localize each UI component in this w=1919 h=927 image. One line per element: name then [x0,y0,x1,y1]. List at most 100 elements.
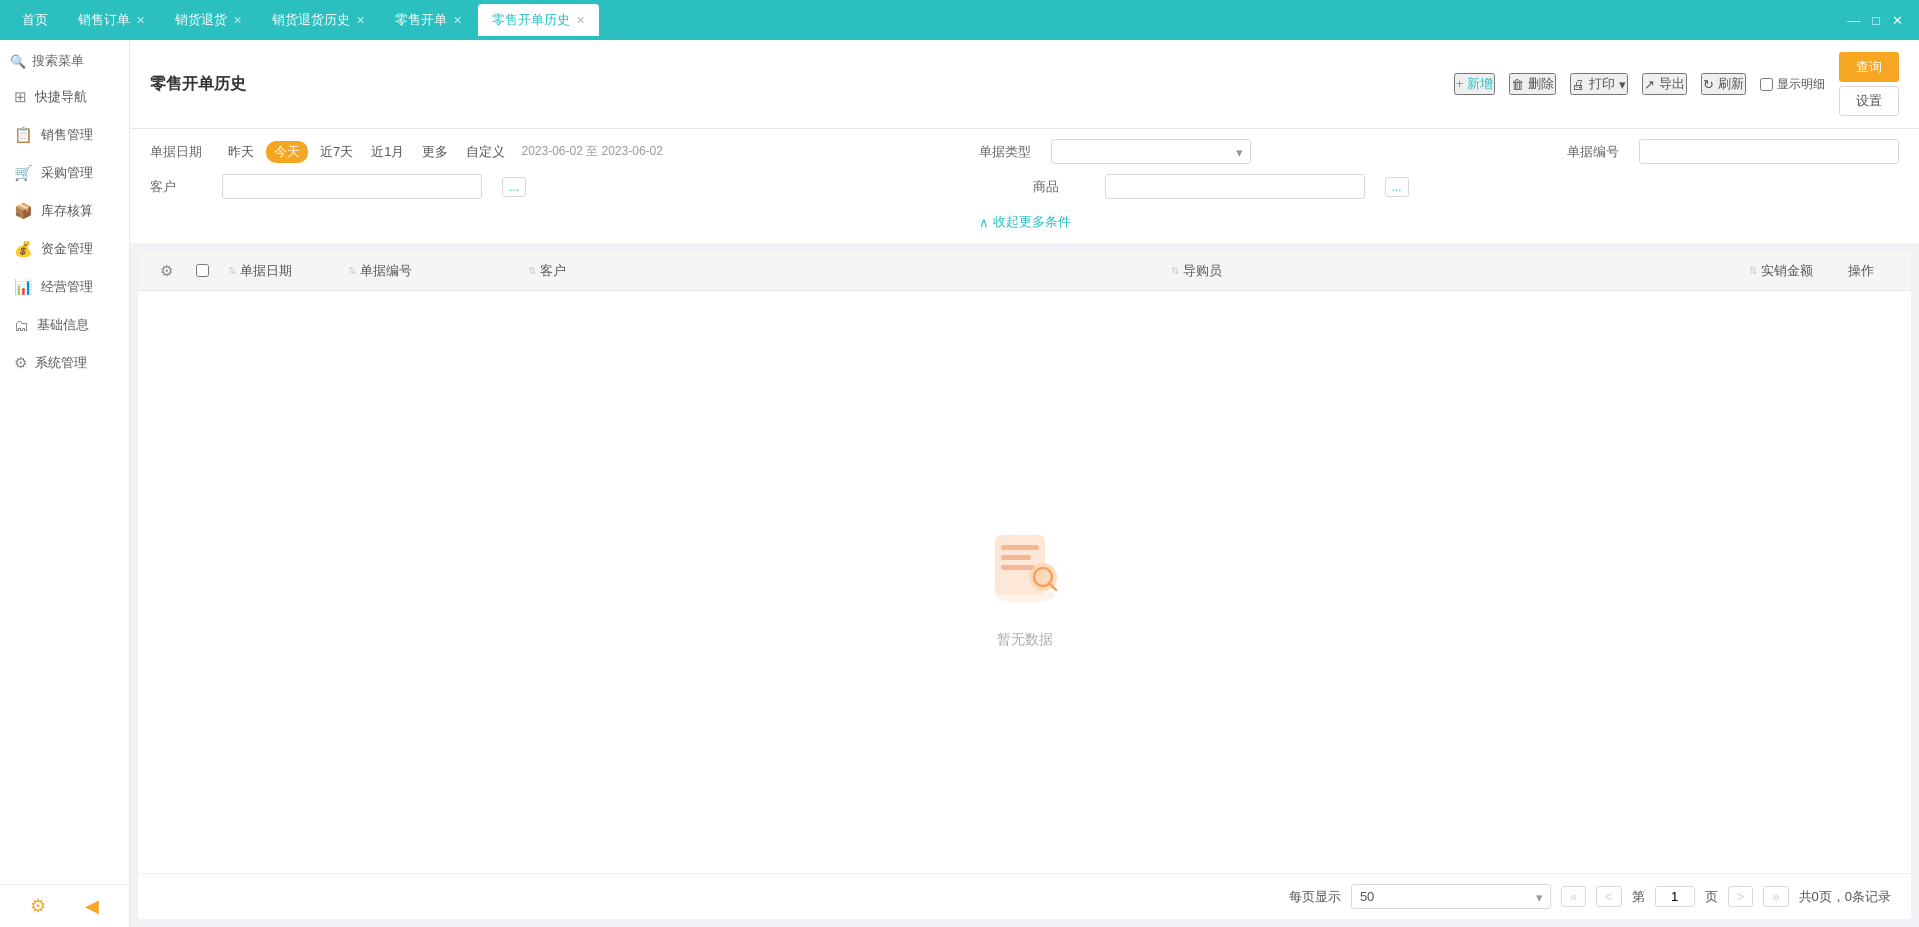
close-tab-sales-return-history-icon[interactable]: ✕ [356,14,365,27]
svg-rect-3 [1001,555,1031,560]
th-guide-label: 导购员 [1183,262,1222,280]
th-op-label: 操作 [1848,262,1874,280]
date-range-display: 2023-06-02 至 2023-06-02 [521,143,662,160]
empty-icon [975,515,1075,615]
tab-retail-open[interactable]: 零售开单 ✕ [381,4,476,36]
select-all-checkbox[interactable] [196,264,209,277]
customer-input[interactable] [222,174,482,199]
jump-prefix: 第 [1632,888,1645,906]
collapse-sidebar-icon[interactable]: ◀ [85,895,99,917]
first-page-btn[interactable]: « [1561,886,1586,907]
tab-sales-return-history-label: 销货退货历史 [272,11,350,29]
th-num-sort-icon: ⇅ [348,265,356,276]
th-date-label: 单据日期 [240,262,292,280]
export-icon: ↗ [1644,77,1655,92]
th-num[interactable]: ⇅ 单据编号 [340,262,520,280]
customer-browse-btn[interactable]: ... [502,177,526,197]
date-opt-today[interactable]: 今天 [266,141,308,163]
svg-rect-4 [1001,565,1035,570]
date-opt-more[interactable]: 更多 [416,141,454,163]
tab-retail-open-label: 零售开单 [395,11,447,29]
window-close-btn[interactable]: ✕ [1892,13,1903,28]
close-tab-sales-return-icon[interactable]: ✕ [233,14,242,27]
display-columns-input[interactable] [1760,78,1773,91]
table-area: ⚙ ⇅ 单据日期 ⇅ 单据编号 ⇅ 客户 ⇅ 导购员 [138,251,1911,919]
th-guide[interactable]: ⇅ 导购员 [1163,262,1283,280]
print-icon: 🖨 [1572,77,1585,92]
finance-icon: 💰 [14,240,33,258]
date-opt-yesterday[interactable]: 昨天 [222,141,260,163]
sidebar-item-purchase-mgmt[interactable]: 🛒 采购管理 [0,154,129,192]
main-layout: 🔍 搜索菜单 ⊞ 快捷导航 📋 销售管理 🛒 采购管理 📦 库存核算 💰 资金管… [0,40,1919,927]
export-button[interactable]: ↗ 导出 [1642,73,1687,95]
per-page-select[interactable]: 10 20 50 100 [1351,884,1551,909]
quick-nav-icon: ⊞ [14,88,27,106]
type-select-wrapper [1051,139,1251,164]
setting-button[interactable]: 设置 [1839,86,1899,116]
th-customer-sort-icon: ⇅ [528,265,536,276]
th-num-label: 单据编号 [360,262,412,280]
table-settings-icon[interactable]: ⚙ [148,262,184,280]
tab-sales-order-label: 销售订单 [78,11,130,29]
tab-sales-return[interactable]: 销货退货 ✕ [161,4,256,36]
sidebar-item-inventory[interactable]: 📦 库存核算 [0,192,129,230]
goods-input[interactable] [1105,174,1365,199]
table-select-all[interactable] [184,264,220,277]
close-tab-sales-order-icon[interactable]: ✕ [136,14,145,27]
num-filter-label: 单据编号 [1567,143,1623,161]
last-page-btn[interactable]: » [1763,886,1788,907]
date-filter-label: 单据日期 [150,143,206,161]
sidebar-item-finance[interactable]: 💰 资金管理 [0,230,129,268]
num-input[interactable] [1639,139,1899,164]
add-button[interactable]: + 新增 [1454,73,1495,95]
display-columns-checkbox[interactable]: 显示明细 [1760,76,1825,93]
close-tab-retail-open-history-icon[interactable]: ✕ [576,14,585,27]
delete-button[interactable]: 🗑 🗑 删除 删除 [1509,73,1556,95]
tab-retail-open-history-label: 零售开单历史 [492,11,570,29]
th-guide-sort-icon: ⇅ [1171,265,1179,276]
type-select[interactable] [1051,139,1251,164]
window-min-btn[interactable]: — [1847,13,1860,28]
th-customer[interactable]: ⇅ 客户 [520,262,1163,280]
purchase-mgmt-icon: 🛒 [14,164,33,182]
th-date[interactable]: ⇅ 单据日期 [220,262,340,280]
next-page-btn[interactable]: > [1728,886,1754,907]
tab-sales-order[interactable]: 销售订单 ✕ [64,4,159,36]
goods-browse-btn[interactable]: ... [1385,177,1409,197]
goods-filter-label: 商品 [1033,178,1089,196]
sidebar-item-sales-mgmt-label: 销售管理 [41,126,93,144]
sidebar-item-business[interactable]: 📊 经营管理 [0,268,129,306]
th-amount[interactable]: ⇅ 实销金额 [1701,262,1821,280]
settings-gear-icon[interactable]: ⚙ [30,895,46,917]
date-opt-last1m[interactable]: 近1月 [365,141,410,163]
tab-home[interactable]: 首页 [8,4,62,36]
sidebar-item-basic-info[interactable]: 🗂 基础信息 [0,306,129,344]
tab-sales-return-history[interactable]: 销货退货历史 ✕ [258,4,379,36]
sidebar-bottom: ⚙ ◀ [0,884,129,927]
main-content: 零售开单历史 + 新增 🗑 🗑 删除 删除 🖨 打印 ▾ ↗ 导出 [130,40,1919,927]
sidebar-item-system[interactable]: ⚙ 系统管理 [0,344,129,382]
delete-icon: 🗑 [1511,77,1524,92]
jump-suffix: 页 [1705,888,1718,906]
tab-retail-open-history[interactable]: 零售开单历史 ✕ [478,4,599,36]
window-controls: — □ ✕ [1847,13,1911,28]
inventory-icon: 📦 [14,202,33,220]
print-button[interactable]: 🖨 打印 ▾ [1570,73,1628,95]
sidebar-item-system-label: 系统管理 [35,354,87,372]
date-opt-custom[interactable]: 自定义 [460,141,511,163]
page-input[interactable] [1655,886,1695,907]
sidebar-item-sales-mgmt[interactable]: 📋 销售管理 [0,116,129,154]
collapse-icon: ∧ [979,215,989,230]
refresh-button[interactable]: ↻ 刷新 [1701,73,1746,95]
prev-page-btn[interactable]: < [1596,886,1622,907]
th-date-sort-icon: ⇅ [228,265,236,276]
collapse-btn[interactable]: ∧ 收起更多条件 [979,213,1071,231]
query-button[interactable]: 查询 [1839,52,1899,82]
date-opt-last7[interactable]: 近7天 [314,141,359,163]
window-max-btn[interactable]: □ [1872,13,1880,28]
sidebar-item-quick-nav[interactable]: ⊞ 快捷导航 [0,78,129,116]
type-filter-label: 单据类型 [979,143,1035,161]
sidebar-search[interactable]: 🔍 搜索菜单 [0,40,129,78]
close-tab-retail-open-icon[interactable]: ✕ [453,14,462,27]
sidebar-search-label: 搜索菜单 [32,52,84,70]
